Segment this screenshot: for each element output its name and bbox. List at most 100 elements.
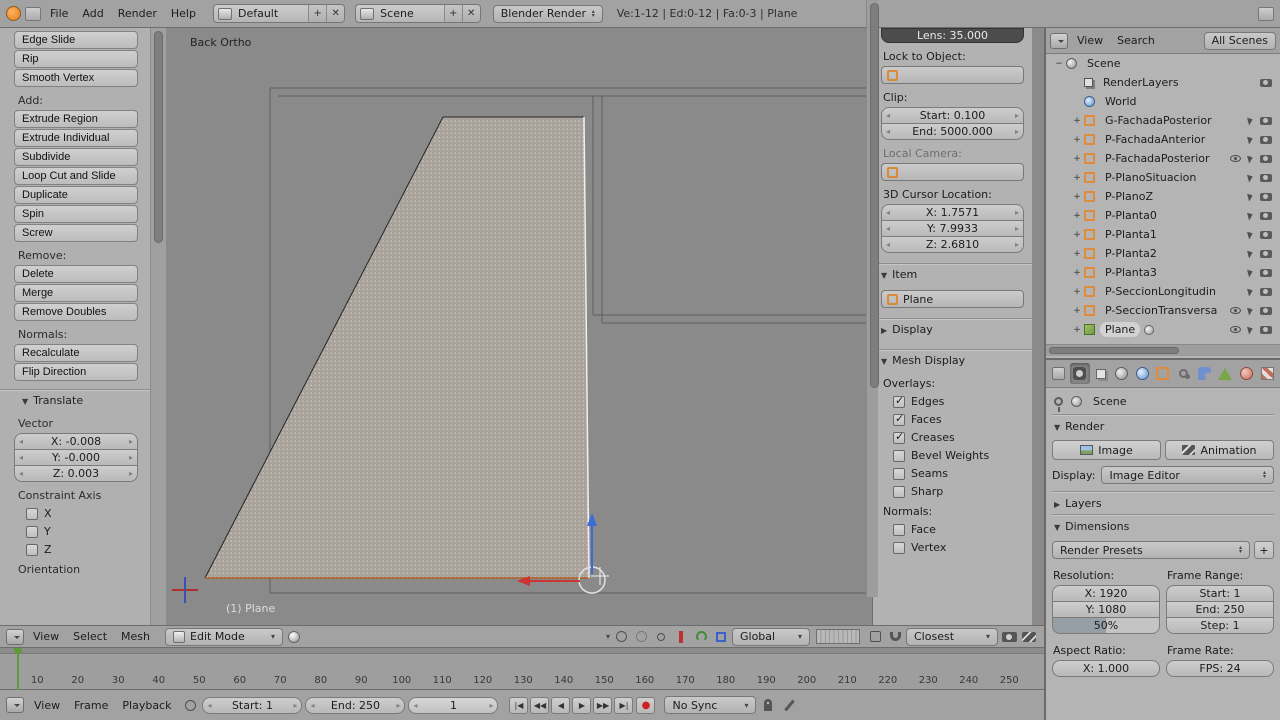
item-label[interactable]: Plane xyxy=(1100,322,1141,337)
item-label[interactable]: P-Planta0 xyxy=(1100,208,1162,223)
outliner-item-row[interactable]: + G-FachadaPosterior xyxy=(1046,111,1280,130)
cursor-z-field[interactable]: ◂ Z: 2.6810 ▸ xyxy=(881,236,1024,253)
scene-row-label[interactable]: Scene xyxy=(1082,56,1126,71)
layers-widget[interactable] xyxy=(816,629,860,644)
slider-right-icon[interactable]: ▸ xyxy=(293,701,297,710)
timeline-region[interactable]: 10 20 30 40 50 60 70 80 90 100 110 120 130 140 150 160 1… xyxy=(0,648,1044,690)
constraints-tab[interactable] xyxy=(1174,363,1194,384)
timeline-menu[interactable]: Playback xyxy=(115,697,178,714)
scrollbar-thumb[interactable] xyxy=(1049,347,1179,354)
overlay-option-row[interactable]: Seams xyxy=(893,467,1024,480)
restrict-select-arrow-icon[interactable] xyxy=(1247,286,1254,297)
topbar-menu[interactable]: Add xyxy=(75,5,110,22)
frame-start-field[interactable]: Start: 1 xyxy=(1166,585,1274,602)
selected-mesh-face[interactable] xyxy=(205,117,589,578)
restrict-select-arrow-icon[interactable] xyxy=(1247,153,1254,164)
slider-right-icon[interactable]: ▸ xyxy=(396,701,400,710)
tool-button[interactable]: Recalculate xyxy=(14,344,138,362)
restrict-render-camera-icon[interactable] xyxy=(1260,116,1272,125)
render-panel-header[interactable]: Render xyxy=(1052,414,1274,437)
restrict-render-camera-icon[interactable] xyxy=(1260,154,1272,163)
dimensions-panel-header[interactable]: Dimensions xyxy=(1052,514,1274,537)
clip-end-field[interactable]: ◂ End: 5000.000 ▸ xyxy=(881,123,1024,140)
expander-icon[interactable]: + xyxy=(1072,173,1082,183)
restrict-select-arrow-icon[interactable] xyxy=(1247,267,1254,278)
expander-icon[interactable]: + xyxy=(1072,287,1082,297)
outliner-menu[interactable]: View xyxy=(1070,32,1110,49)
fps-field[interactable]: FPS: 24 xyxy=(1166,660,1274,677)
use-preview-range-toggle[interactable] xyxy=(181,696,199,714)
frame-end-field[interactable]: ◂ End: 250 ▸ xyxy=(305,696,406,714)
expander-icon[interactable]: + xyxy=(1072,325,1082,335)
expander-icon[interactable]: + xyxy=(1072,306,1082,316)
slider-left-icon[interactable]: ◂ xyxy=(886,127,890,136)
editor-type-outliner-icon[interactable] xyxy=(1050,32,1068,49)
render-display-dropdown[interactable]: Image Editor ▴ ▾ xyxy=(1101,466,1274,484)
outliner-item-row[interactable]: + P-FachadaAnterior xyxy=(1046,130,1280,149)
item-label[interactable]: P-SeccionTransversa xyxy=(1100,303,1222,318)
axis-checkbox[interactable] xyxy=(26,507,38,520)
outliner-item-row[interactable]: + Plane xyxy=(1046,320,1280,339)
restrict-render-camera-icon[interactable] xyxy=(1260,306,1272,315)
mesh-display-panel-header[interactable]: Mesh Display xyxy=(873,349,1032,370)
constraint-axis-row[interactable]: X xyxy=(26,507,150,520)
outliner-item-row[interactable]: + P-SeccionTransversa xyxy=(1046,301,1280,320)
editor-type-timeline-icon[interactable] xyxy=(6,697,24,713)
add-screen-layout-button[interactable]: + xyxy=(308,5,327,22)
current-frame-field[interactable]: ◂ 1 ▸ xyxy=(408,696,499,714)
overlay-checkbox[interactable] xyxy=(893,430,905,444)
pivot-center-dropdown[interactable] xyxy=(612,628,630,646)
slider-left-icon[interactable]: ◂ xyxy=(886,208,890,217)
overlay-checkbox[interactable] xyxy=(893,394,905,408)
transform-orientation-dropdown[interactable]: Global ▾ xyxy=(732,627,810,646)
scene-tab[interactable] xyxy=(1111,363,1131,384)
overlay-option-row[interactable]: Creases xyxy=(893,430,1024,444)
render-layers-tab[interactable] xyxy=(1091,363,1111,384)
normal-checkbox[interactable] xyxy=(893,541,905,554)
frame-end-field[interactable]: End: 250 xyxy=(1166,601,1274,618)
slider-left-icon[interactable]: ◂ xyxy=(310,701,314,710)
topbar-menu[interactable]: File xyxy=(43,5,75,22)
prev-keyframe-button[interactable]: ◀◀ xyxy=(530,696,550,714)
snap-magnet-toggle[interactable] xyxy=(886,628,904,646)
modifiers-tab[interactable] xyxy=(1195,363,1215,384)
overlay-option-row[interactable]: Sharp xyxy=(893,485,1024,498)
translate-y-field[interactable]: ◂ Y: -0.000 ▸ xyxy=(14,449,138,466)
expander-icon[interactable]: + xyxy=(1072,135,1082,145)
outliner-horizontal-scrollbar[interactable] xyxy=(1046,344,1280,356)
cursor-y-field[interactable]: ◂ Y: 7.9933 ▸ xyxy=(881,220,1024,237)
slider-left-icon[interactable]: ◂ xyxy=(413,701,417,710)
restrict-render-camera-icon[interactable] xyxy=(1260,135,1272,144)
restrict-render-camera-icon[interactable] xyxy=(1260,192,1272,201)
manipulator-translate-toggle[interactable] xyxy=(672,628,690,646)
tool-button[interactable]: Extrude Individual xyxy=(14,129,138,147)
tool-button[interactable]: Remove Doubles xyxy=(14,303,138,321)
tool-shelf-scrollbar[interactable] xyxy=(150,28,166,625)
display-panel-header[interactable]: Display xyxy=(873,318,1032,339)
normal-option-row[interactable]: Face xyxy=(893,523,1024,536)
restrict-select-arrow-icon[interactable] xyxy=(1247,229,1254,240)
overlay-option-row[interactable]: Edges xyxy=(893,394,1024,408)
outliner-scene-row[interactable]: − Scene xyxy=(1046,54,1280,73)
add-preset-button[interactable]: + xyxy=(1254,541,1274,559)
outliner-item-row[interactable]: + P-PlanoZ xyxy=(1046,187,1280,206)
outliner-item-row[interactable]: + P-SeccionLongitudin xyxy=(1046,282,1280,301)
add-scene-button[interactable]: + xyxy=(443,5,462,22)
restrict-select-arrow-icon[interactable] xyxy=(1247,324,1254,335)
restrict-render-camera-icon[interactable] xyxy=(1260,211,1272,220)
next-keyframe-button[interactable]: ▶▶ xyxy=(593,696,613,714)
delete-screen-layout-button[interactable]: ✕ xyxy=(326,5,345,22)
outliner-item-row[interactable]: + P-PlanoSituacion xyxy=(1046,168,1280,187)
jump-to-start-button[interactable]: |◀ xyxy=(509,696,529,714)
tool-button[interactable]: Smooth Vertex xyxy=(14,69,138,87)
item-label[interactable]: RenderLayers xyxy=(1098,75,1184,90)
tool-button[interactable]: Merge xyxy=(14,284,138,302)
topbar-menu[interactable]: Help xyxy=(164,5,203,22)
restrict-select-arrow-icon[interactable] xyxy=(1247,305,1254,316)
resolution-x-field[interactable]: X: 1920 xyxy=(1052,585,1160,602)
render-presets-dropdown[interactable]: Render Presets ▴ ▾ xyxy=(1052,541,1250,559)
window-duplicate-icon[interactable] xyxy=(1258,6,1274,21)
opengl-render-animation-button[interactable] xyxy=(1020,628,1038,646)
expander-icon[interactable]: + xyxy=(1072,230,1082,240)
slider-right-icon[interactable]: ▸ xyxy=(1015,111,1019,120)
